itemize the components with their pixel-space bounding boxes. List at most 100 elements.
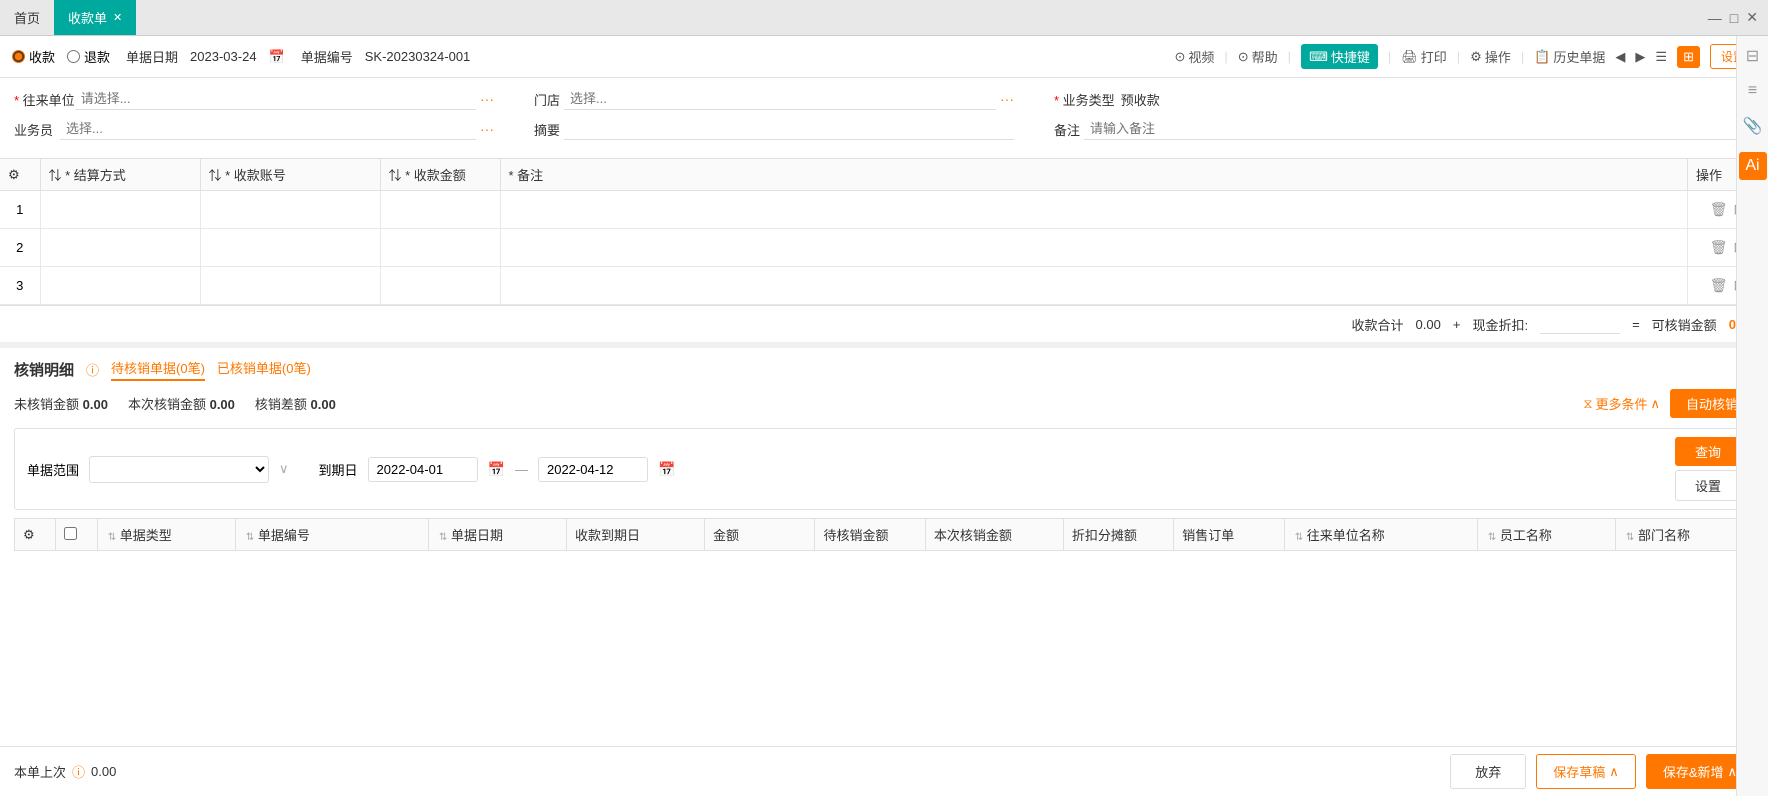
row-account-3[interactable] <box>200 267 380 305</box>
layout1-btn[interactable]: ☰ <box>1655 49 1667 65</box>
close-btn[interactable]: ✕ <box>1746 9 1758 26</box>
summary-label: 摘要 <box>534 120 564 139</box>
tab-home[interactable]: 首页 <box>0 0 54 35</box>
sidebar-list-icon[interactable]: ≡ <box>1748 82 1757 100</box>
history-btn[interactable]: 📋 历史单据 <box>1534 47 1605 66</box>
table-row: 2 🗑 ⊞ <box>0 229 1768 267</box>
date-to-calendar-icon[interactable]: 📅 <box>658 461 675 478</box>
receipt-radio-input[interactable] <box>12 50 25 63</box>
dept-sort[interactable]: ⇅ <box>1626 532 1634 543</box>
sidebar-attach-icon[interactable]: 📎 <box>1743 116 1763 136</box>
discount-input[interactable] <box>1540 314 1620 334</box>
main-content: 收款 退款 单据日期 2023-03-24 📅 单据编号 SK-20230324… <box>0 36 1768 796</box>
history-label: 历史单据 <box>1553 47 1605 66</box>
query-btn[interactable]: 查询 <box>1675 437 1741 466</box>
doc-date-sort[interactable]: ⇅ <box>439 532 447 543</box>
refund-radio[interactable]: 退款 <box>67 47 110 66</box>
footer-info-icon[interactable]: ⓘ <box>72 762 85 781</box>
row-account-1[interactable] <box>200 191 380 229</box>
receipt-radio[interactable]: 收款 <box>12 47 55 66</box>
row-settle-1[interactable] <box>40 191 200 229</box>
minimize-btn[interactable]: — <box>1708 10 1722 26</box>
doc-no-sort[interactable]: ⇅ <box>246 532 254 543</box>
table-settings-icon-2[interactable]: ⚙ <box>23 527 35 542</box>
date-from-input[interactable] <box>368 457 478 482</box>
counterpart-more-icon[interactable]: ··· <box>480 91 494 107</box>
bottom-table-wrap: ⚙ ⇅ 单据类型 ⇅ 单据编号 <box>14 518 1754 746</box>
verify-tab-done[interactable]: 已核销单据(0笔) <box>217 358 311 381</box>
row-account-2[interactable] <box>200 229 380 267</box>
row-amount-2[interactable] <box>380 229 500 267</box>
divider3: | <box>1388 49 1391 64</box>
employee-sort[interactable]: ⇅ <box>1488 532 1496 543</box>
row-settle-2[interactable] <box>40 229 200 267</box>
filter-settings-btn[interactable]: 设置 <box>1675 470 1741 501</box>
row-remark-3[interactable] <box>500 267 1688 305</box>
divider5: | <box>1521 49 1524 64</box>
row-amount-3[interactable] <box>380 267 500 305</box>
row-remark-2[interactable] <box>500 229 1688 267</box>
window-controls: — □ ✕ <box>1708 9 1768 26</box>
store-label: 门店 <box>534 90 564 109</box>
th-employee: ⇅ 员工名称 <box>1477 519 1615 551</box>
layout2-btn[interactable]: ⊞ <box>1677 46 1700 68</box>
row-remark-1[interactable] <box>500 191 1688 229</box>
refund-radio-input[interactable] <box>67 50 80 63</box>
delete-icon-3[interactable]: 🗑 <box>1710 277 1728 294</box>
summary-input[interactable] <box>564 118 1014 140</box>
verify-header: 核销明细 ⓘ 待核销单据(0笔) 已核销单据(0笔) <box>14 358 1754 381</box>
operation-btn[interactable]: ⚙ 操作 <box>1470 47 1511 66</box>
th-amount-sort[interactable]: ⇅ <box>389 168 402 183</box>
th-settle-sort[interactable]: ⇅ <box>49 168 62 183</box>
toolbar: 收款 退款 单据日期 2023-03-24 📅 单据编号 SK-20230324… <box>0 36 1768 78</box>
print-btn[interactable]: 🖨 打印 <box>1401 47 1447 66</box>
footer-buttons: 放弃 保存草稿 ∧ 保存&新增 ∧ <box>1450 754 1754 789</box>
next-btn[interactable]: ▶ <box>1635 49 1645 65</box>
row-num-3: 3 <box>0 267 40 305</box>
sidebar-table-icon[interactable]: ⊟ <box>1746 46 1759 66</box>
toolbar-right: ⊙ 视频 | ⊙ 帮助 | ⌨ 快捷键 | 🖨 打印 | ⚙ 操作 <box>1174 44 1756 69</box>
range-select[interactable] <box>89 456 269 483</box>
delete-icon-1[interactable]: 🗑 <box>1710 201 1728 218</box>
store-more-icon[interactable]: ··· <box>1000 91 1014 107</box>
table-settings-icon[interactable]: ⚙ <box>8 167 20 182</box>
date-from-calendar-icon[interactable]: 📅 <box>488 461 505 478</box>
th-due-date: 收款到期日 <box>567 519 705 551</box>
verifiable-label: 可核销金额 <box>1652 315 1717 334</box>
th-account-sort[interactable]: ⇅ <box>209 168 222 183</box>
date-to-input[interactable] <box>538 457 648 482</box>
summary-row: 收款合计 0.00 + 现金折扣: = 可核销金额 0.00 <box>0 305 1768 342</box>
row-amount-1[interactable] <box>380 191 500 229</box>
verify-tab-pending[interactable]: 待核销单据(0笔) <box>111 358 205 381</box>
row-settle-3[interactable] <box>40 267 200 305</box>
salesperson-input[interactable] <box>60 118 476 140</box>
remark-input[interactable] <box>1084 118 1754 140</box>
tab-close-icon[interactable]: ✕ <box>113 11 122 24</box>
counterpart-input[interactable] <box>75 88 476 110</box>
th-amount: ⇅ * 收款金额 <box>380 159 500 191</box>
store-input[interactable] <box>564 88 996 110</box>
th-sales-order: 销售订单 <box>1174 519 1284 551</box>
counterpart-sort[interactable]: ⇅ <box>1295 532 1303 543</box>
tab-bar: 首页 收款单 ✕ — □ ✕ <box>0 0 1768 36</box>
prev-btn[interactable]: ◀ <box>1615 49 1625 65</box>
salesperson-more-icon[interactable]: ··· <box>480 121 494 137</box>
more-conditions-btn[interactable]: ⧖ 更多条件 ∧ <box>1583 394 1660 413</box>
select-all-checkbox[interactable] <box>64 527 77 540</box>
tab-receipt[interactable]: 收款单 ✕ <box>54 0 136 35</box>
video-btn[interactable]: ⊙ 视频 <box>1174 47 1214 66</box>
shortcut-btn[interactable]: ⌨ 快捷键 <box>1301 44 1378 69</box>
draft-button[interactable]: 保存草稿 ∧ <box>1536 754 1636 789</box>
sidebar-ai-icon[interactable]: Ai <box>1739 152 1767 180</box>
help-btn[interactable]: ⊙ 帮助 <box>1238 47 1278 66</box>
abandon-button[interactable]: 放弃 <box>1450 754 1526 789</box>
diff-value: 0.00 <box>311 397 336 412</box>
doc-type-sort[interactable]: ⇅ <box>108 532 116 543</box>
delete-icon-2[interactable]: 🗑 <box>1710 239 1728 256</box>
table-section: ⚙ ⇅ * 结算方式 ⇅ * 收款账号 ⇅ * 收款金额 <box>0 159 1768 305</box>
save-new-btn-label: 保存&新增 <box>1663 762 1724 781</box>
maximize-btn[interactable]: □ <box>1730 10 1738 26</box>
calendar-icon[interactable]: 📅 <box>269 49 285 65</box>
verify-info-icon[interactable]: ⓘ <box>86 360 99 379</box>
divider1: | <box>1224 49 1227 64</box>
